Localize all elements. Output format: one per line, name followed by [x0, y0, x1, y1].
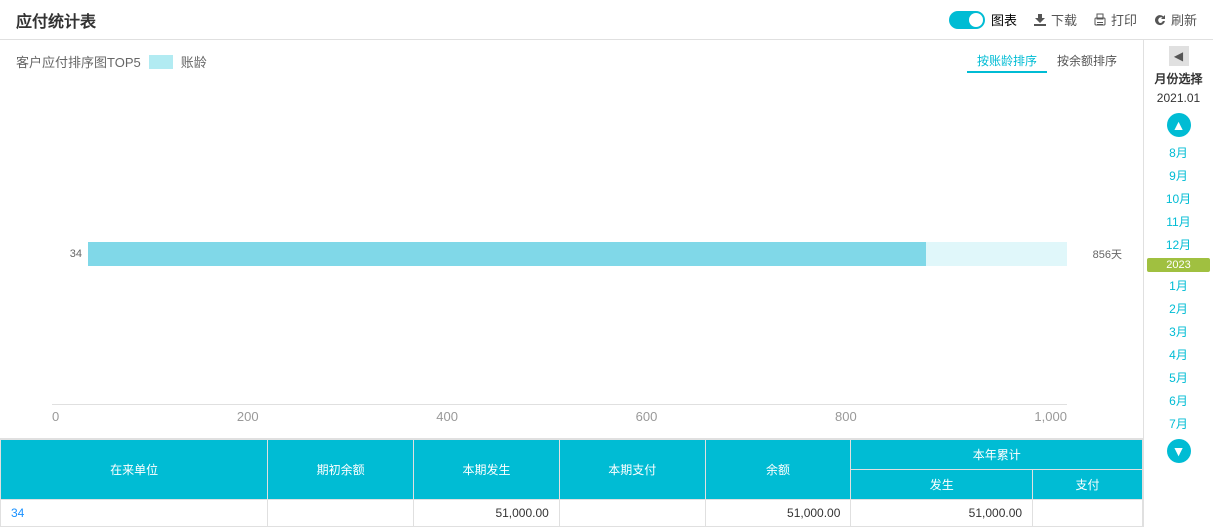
chart-toggle-wrap: 图表	[949, 10, 1017, 29]
table-section: 在来单位 期初余额 本期发生 本期支付 余额 本年累计 发生 支付 34	[0, 439, 1143, 527]
chart-section: 客户应付排序图TOP5 账龄 按账龄排序 按余额排序 34	[0, 40, 1143, 439]
print-label: 打印	[1111, 10, 1137, 29]
content-area: 客户应付排序图TOP5 账龄 按账龄排序 按余额排序 34	[0, 40, 1143, 527]
refresh-icon	[1153, 13, 1167, 27]
x-axis-800: 800	[835, 409, 857, 424]
sidebar-year-2023[interactable]: 2023	[1147, 258, 1209, 272]
x-axis-600: 600	[636, 409, 658, 424]
x-axis-200: 200	[237, 409, 259, 424]
header-actions: 图表 下载 打印 刷新	[949, 10, 1197, 29]
bar-track: 856天	[88, 242, 1067, 266]
td-opening	[268, 500, 414, 527]
bar-end-label: 856天	[1093, 246, 1122, 262]
th-occurrence: 本期发生	[414, 440, 560, 500]
td-payment	[559, 500, 705, 527]
download-button[interactable]: 下载	[1033, 10, 1077, 29]
th-unit: 在来单位	[1, 440, 268, 500]
legend-box	[149, 55, 173, 69]
sidebar-up-button[interactable]: ▲	[1167, 113, 1191, 137]
chart-sort-buttons: 按账龄排序 按余额排序	[967, 50, 1127, 73]
chart-header: 客户应付排序图TOP5 账龄 按账龄排序 按余额排序	[16, 50, 1127, 73]
collapse-button[interactable]: ◀	[1169, 46, 1189, 66]
chart-legend: 客户应付排序图TOP5 账龄	[16, 52, 207, 71]
sidebar-month-1[interactable]: 1月	[1144, 274, 1213, 297]
sidebar-month-9[interactable]: 9月	[1144, 164, 1213, 187]
page-title: 应付统计表	[16, 8, 96, 32]
chart-toggle-label: 图表	[991, 10, 1017, 29]
refresh-label: 刷新	[1171, 10, 1197, 29]
sidebar-month-7[interactable]: 7月	[1144, 412, 1213, 435]
th-payment: 本期支付	[559, 440, 705, 500]
sidebar-title: 月份选择	[1154, 70, 1202, 87]
data-table: 在来单位 期初余额 本期发生 本期支付 余额 本年累计 发生 支付 34	[0, 439, 1143, 527]
print-button[interactable]: 打印	[1093, 10, 1137, 29]
chart-body: 34 856天 0 200 400 600 800 1,000	[16, 79, 1127, 428]
bar-label: 34	[52, 248, 82, 260]
download-icon	[1033, 13, 1047, 27]
sidebar-current-date: 2021.01	[1157, 91, 1200, 105]
th-balance: 余额	[705, 440, 851, 500]
chart-bars-area: 34 856天	[52, 109, 1067, 398]
sidebar-month-6[interactable]: 6月	[1144, 389, 1213, 412]
td-occurrence: 51,000.00	[414, 500, 560, 527]
sidebar-down-button[interactable]: ▼	[1167, 439, 1191, 463]
x-axis: 0 200 400 600 800 1,000	[52, 404, 1067, 424]
sort-by-balance-button[interactable]: 按余额排序	[1047, 50, 1127, 73]
x-axis-400: 400	[436, 409, 458, 424]
th-ytd-occurrence: 发生	[851, 470, 1033, 500]
main-area: 客户应付排序图TOP5 账龄 按账龄排序 按余额排序 34	[0, 40, 1213, 527]
table-header-row-1: 在来单位 期初余额 本期发生 本期支付 余额 本年累计	[1, 440, 1143, 470]
sidebar-month-5[interactable]: 5月	[1144, 366, 1213, 389]
sidebar-month-12[interactable]: 12月	[1144, 233, 1213, 256]
td-balance: 51,000.00	[705, 500, 851, 527]
chart-legend-title: 客户应付排序图TOP5	[16, 52, 141, 71]
th-ytd-payment: 支付	[1033, 470, 1143, 500]
refresh-button[interactable]: 刷新	[1153, 10, 1197, 29]
bar-row: 34 856天	[52, 234, 1067, 274]
sidebar-month-11[interactable]: 11月	[1144, 210, 1213, 233]
chart-legend-box-label: 账龄	[181, 52, 207, 71]
sidebar: ◀ 月份选择 2021.01 ▲ 8月 9月 10月 11月 12月 2023 …	[1143, 40, 1213, 527]
header: 应付统计表 图表 下载 打印 刷新	[0, 0, 1213, 40]
sidebar-month-2[interactable]: 2月	[1144, 297, 1213, 320]
sidebar-month-10[interactable]: 10月	[1144, 187, 1213, 210]
td-unit[interactable]: 34	[1, 500, 268, 527]
th-ytd: 本年累计	[851, 440, 1143, 470]
sidebar-month-4[interactable]: 4月	[1144, 343, 1213, 366]
th-opening: 期初余额	[268, 440, 414, 500]
bar-fill	[88, 242, 926, 266]
td-ytd-payment	[1033, 500, 1143, 527]
x-axis-0: 0	[52, 409, 59, 424]
x-axis-1000: 1,000	[1034, 409, 1067, 424]
sidebar-month-3[interactable]: 3月	[1144, 320, 1213, 343]
chart-toggle[interactable]	[949, 11, 985, 29]
download-label: 下载	[1051, 10, 1077, 29]
sidebar-month-8[interactable]: 8月	[1144, 141, 1213, 164]
table-row: 34 51,000.00 51,000.00 51,000.00	[1, 500, 1143, 527]
sort-by-amount-button[interactable]: 按账龄排序	[967, 50, 1047, 73]
print-icon	[1093, 13, 1107, 27]
td-ytd-occurrence: 51,000.00	[851, 500, 1033, 527]
